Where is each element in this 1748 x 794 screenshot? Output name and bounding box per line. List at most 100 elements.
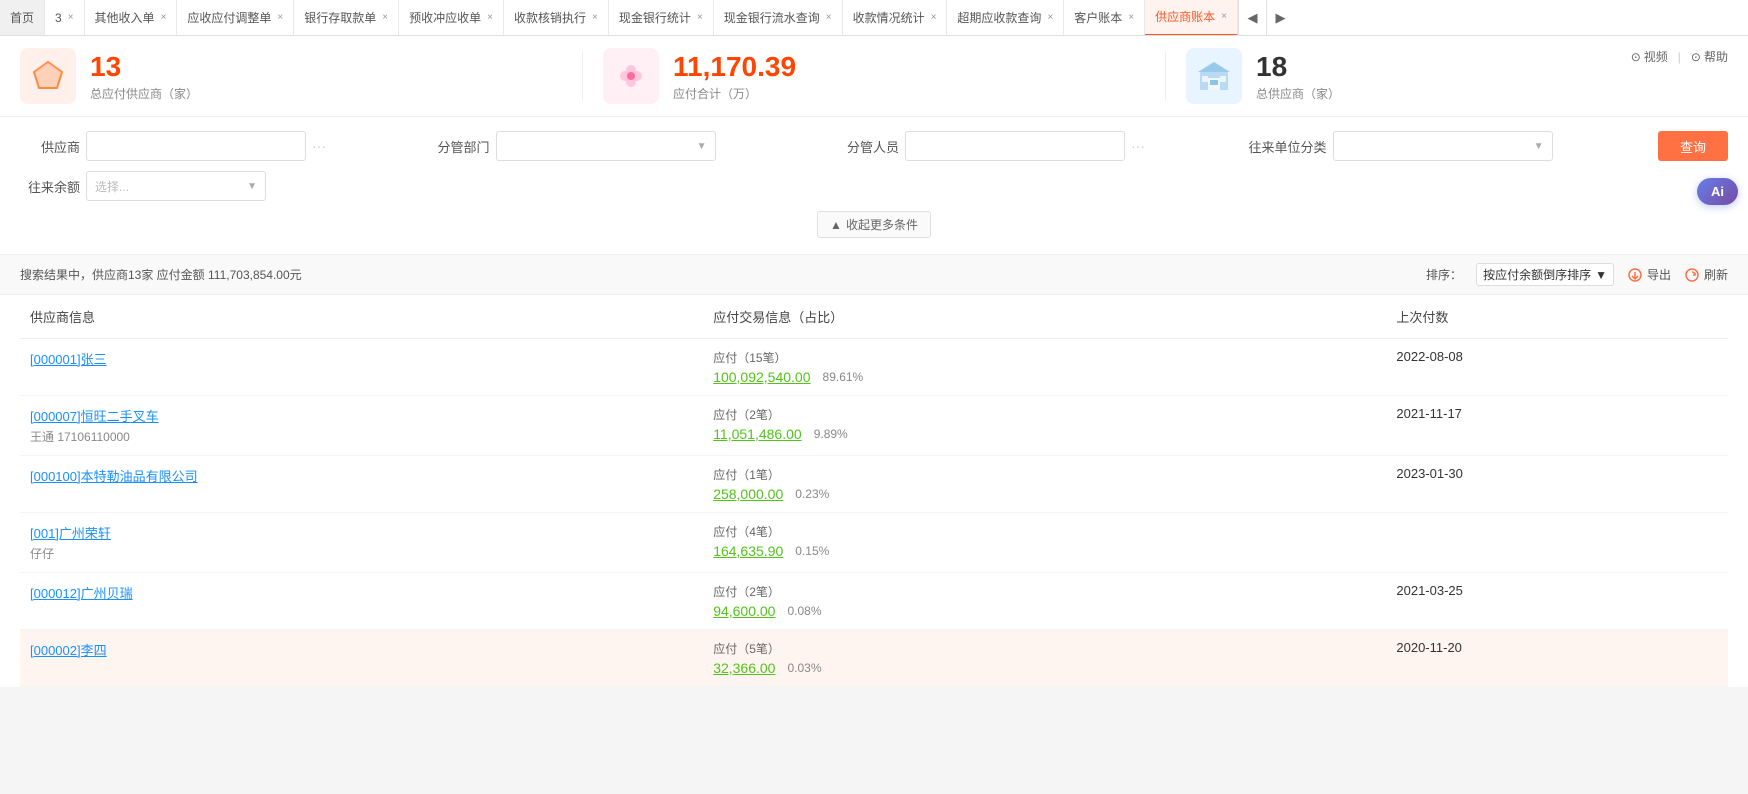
tx-cell-3: 应付（4笔）164,635.900.15% bbox=[703, 513, 1386, 573]
sort-select[interactable]: 按应付余额倒序排序 ▼ bbox=[1476, 263, 1614, 286]
nav-tab-overdue-label: 超期应收款查询 bbox=[957, 9, 1041, 26]
supplier-input[interactable] bbox=[86, 131, 306, 161]
person-input[interactable] bbox=[905, 131, 1125, 161]
supplier-link-0[interactable]: [000001]张三 bbox=[30, 352, 107, 367]
nav-tab-receipt-stats-label: 收款情况统计 bbox=[853, 9, 925, 26]
supplier-link-4[interactable]: [000012]广州贝瑞 bbox=[30, 586, 133, 601]
supplier-cell-5: [000002]李四 bbox=[20, 630, 703, 687]
filter-balance-label: 往来余额 bbox=[20, 177, 80, 196]
tx-amount-4[interactable]: 94,600.00 bbox=[713, 603, 775, 619]
nav-tab-home-label: 首页 bbox=[10, 9, 34, 26]
nav-tab-prepay-close[interactable]: × bbox=[487, 12, 493, 23]
tx-label-0: 应付（15笔） bbox=[713, 349, 1376, 366]
nav-tab-supplier-ledger-label: 供应商账本 bbox=[1155, 8, 1215, 25]
refresh-button[interactable]: 刷新 bbox=[1685, 266, 1728, 283]
tx-amount-1[interactable]: 11,051,486.00 bbox=[713, 426, 802, 442]
nav-tab-other-income-close[interactable]: × bbox=[161, 12, 167, 23]
nav-tab-cash-flow-close[interactable]: × bbox=[826, 12, 832, 23]
supplier-cell-2: [000100]本特勒油品有限公司 bbox=[20, 456, 703, 513]
nav-tab-cash-flow[interactable]: 现金银行流水查询 × bbox=[714, 0, 843, 36]
category-select[interactable]: ▼ bbox=[1333, 131, 1553, 161]
dept-select[interactable]: ▼ bbox=[496, 131, 716, 161]
nav-tab-receipt-stats-close[interactable]: × bbox=[931, 12, 937, 23]
category-chevron-icon: ▼ bbox=[1534, 141, 1544, 152]
nav-tab-bank-label: 银行存取款单 bbox=[304, 9, 376, 26]
supplier-cell-3: [001]广州荣轩仔仔 bbox=[20, 513, 703, 573]
stat-number-payable: 13 bbox=[90, 50, 198, 84]
nav-tab-verification[interactable]: 收款核销执行 × bbox=[504, 0, 609, 36]
tx-amount-3[interactable]: 164,635.90 bbox=[713, 543, 783, 559]
nav-tab-cash-stats[interactable]: 现金银行统计 × bbox=[609, 0, 714, 36]
supplier-cell-0: [000001]张三 bbox=[20, 339, 703, 396]
nav-tab-3[interactable]: 3 × bbox=[45, 0, 85, 36]
stat-icon-flower bbox=[603, 48, 659, 104]
stat-info-amount: 11,170.39 应付合计（万） bbox=[673, 50, 796, 103]
ai-button[interactable]: Ai bbox=[1697, 178, 1738, 205]
table-row: [000100]本特勒油品有限公司应付（1笔）258,000.000.23%20… bbox=[20, 456, 1728, 513]
supplier-sub-1: 王通 17106110000 bbox=[30, 428, 693, 445]
collapse-button[interactable]: ▲ 收起更多条件 bbox=[817, 211, 931, 238]
nav-tab-customer-ledger[interactable]: 客户账本 × bbox=[1064, 0, 1145, 36]
tx-amount-0[interactable]: 100,092,540.00 bbox=[713, 369, 810, 385]
supplier-link-1[interactable]: [000007]恒旺二手叉车 bbox=[30, 409, 159, 424]
filter-balance: 往来余额 选择... ▼ bbox=[20, 171, 1728, 201]
nav-tab-overdue-close[interactable]: × bbox=[1047, 12, 1053, 23]
nav-tab-prepay-label: 预收冲应收单 bbox=[409, 9, 481, 26]
supplier-dots-icon[interactable]: ··· bbox=[312, 138, 326, 154]
sort-value: 按应付余额倒序排序 bbox=[1483, 266, 1591, 283]
balance-placeholder: 选择... bbox=[95, 178, 129, 195]
balance-chevron-icon: ▼ bbox=[247, 181, 257, 192]
filter-dept-label: 分管部门 bbox=[430, 137, 490, 156]
nav-tab-receipt-stats[interactable]: 收款情况统计 × bbox=[843, 0, 948, 36]
filter-supplier-label: 供应商 bbox=[20, 137, 80, 156]
table-body: [000001]张三应付（15笔）100,092,540.0089.61%202… bbox=[20, 339, 1728, 687]
search-button[interactable]: 查询 bbox=[1658, 131, 1728, 161]
nav-tab-adjust-close[interactable]: × bbox=[277, 12, 283, 23]
top-right-links: ⊙ 视频 | ⊙ 帮助 bbox=[1631, 48, 1728, 65]
person-dots-icon[interactable]: ··· bbox=[1131, 138, 1145, 154]
stat-icon-diamond bbox=[20, 48, 76, 104]
supplier-link-5[interactable]: [000002]李四 bbox=[30, 643, 107, 658]
nav-tab-adjust[interactable]: 应收应付调整单 × bbox=[177, 0, 294, 36]
nav-right-arrow[interactable]: ▶ bbox=[1266, 0, 1294, 36]
video-link[interactable]: ⊙ 视频 bbox=[1631, 48, 1668, 65]
supplier-cell-1: [000007]恒旺二手叉车王通 17106110000 bbox=[20, 396, 703, 456]
help-link[interactable]: ⊙ 帮助 bbox=[1691, 48, 1728, 65]
tx-percent-4: 0.08% bbox=[787, 604, 821, 618]
nav-left-arrow[interactable]: ◀ bbox=[1238, 0, 1266, 36]
nav-tab-supplier-ledger[interactable]: 供应商账本 × bbox=[1145, 0, 1238, 36]
nav-tab-bank[interactable]: 银行存取款单 × bbox=[294, 0, 399, 36]
tx-amount-2[interactable]: 258,000.00 bbox=[713, 486, 783, 502]
supplier-link-2[interactable]: [000100]本特勒油品有限公司 bbox=[30, 469, 198, 484]
nav-tab-adjust-label: 应收应付调整单 bbox=[187, 9, 271, 26]
balance-select[interactable]: 选择... ▼ bbox=[86, 171, 266, 201]
tx-cell-2: 应付（1笔）258,000.000.23% bbox=[703, 456, 1386, 513]
export-button[interactable]: 导出 bbox=[1628, 266, 1671, 283]
stat-divider-1 bbox=[582, 51, 583, 101]
stat-number-amount: 11,170.39 bbox=[673, 50, 796, 84]
table-row: [001]广州荣轩仔仔应付（4笔）164,635.900.15% bbox=[20, 513, 1728, 573]
export-icon bbox=[1628, 268, 1642, 282]
nav-tab-other-income[interactable]: 其他收入单 × bbox=[85, 0, 178, 36]
result-bar: 搜索结果中，供应商13家 应付金额 111,703,854.00元 排序： 按应… bbox=[0, 255, 1748, 295]
nav-tab-3-close[interactable]: × bbox=[68, 12, 74, 23]
sort-label: 排序： bbox=[1426, 266, 1462, 283]
nav-tab-cash-stats-close[interactable]: × bbox=[697, 12, 703, 23]
nav-tab-customer-ledger-close[interactable]: × bbox=[1128, 12, 1134, 23]
supplier-cell-4: [000012]广州贝瑞 bbox=[20, 573, 703, 630]
supplier-link-3[interactable]: [001]广州荣轩 bbox=[30, 526, 111, 541]
filter-dept: 分管部门 ▼ bbox=[430, 131, 824, 161]
nav-tab-verification-close[interactable]: × bbox=[592, 12, 598, 23]
filter-area: 供应商 ··· 分管部门 ▼ 分管人员 ··· 往来单位分类 ▼ 查询 往来 bbox=[0, 117, 1748, 255]
nav-tab-supplier-ledger-close[interactable]: × bbox=[1221, 11, 1227, 22]
nav-tab-overdue[interactable]: 超期应收款查询 × bbox=[947, 0, 1064, 36]
table-row: [000007]恒旺二手叉车王通 17106110000应付（2笔）11,051… bbox=[20, 396, 1728, 456]
lastpay-cell-4: 2021-03-25 bbox=[1386, 573, 1728, 630]
nav-tab-prepay[interactable]: 预收冲应收单 × bbox=[399, 0, 504, 36]
nav-tab-bank-close[interactable]: × bbox=[382, 12, 388, 23]
nav-tab-3-label: 3 bbox=[55, 11, 62, 25]
tx-amount-5[interactable]: 32,366.00 bbox=[713, 660, 775, 676]
filter-person: 分管人员 ··· bbox=[839, 131, 1233, 161]
nav-tab-home[interactable]: 首页 bbox=[0, 0, 45, 36]
stat-block-payable-suppliers: 13 总应付供应商（家） bbox=[20, 48, 562, 104]
